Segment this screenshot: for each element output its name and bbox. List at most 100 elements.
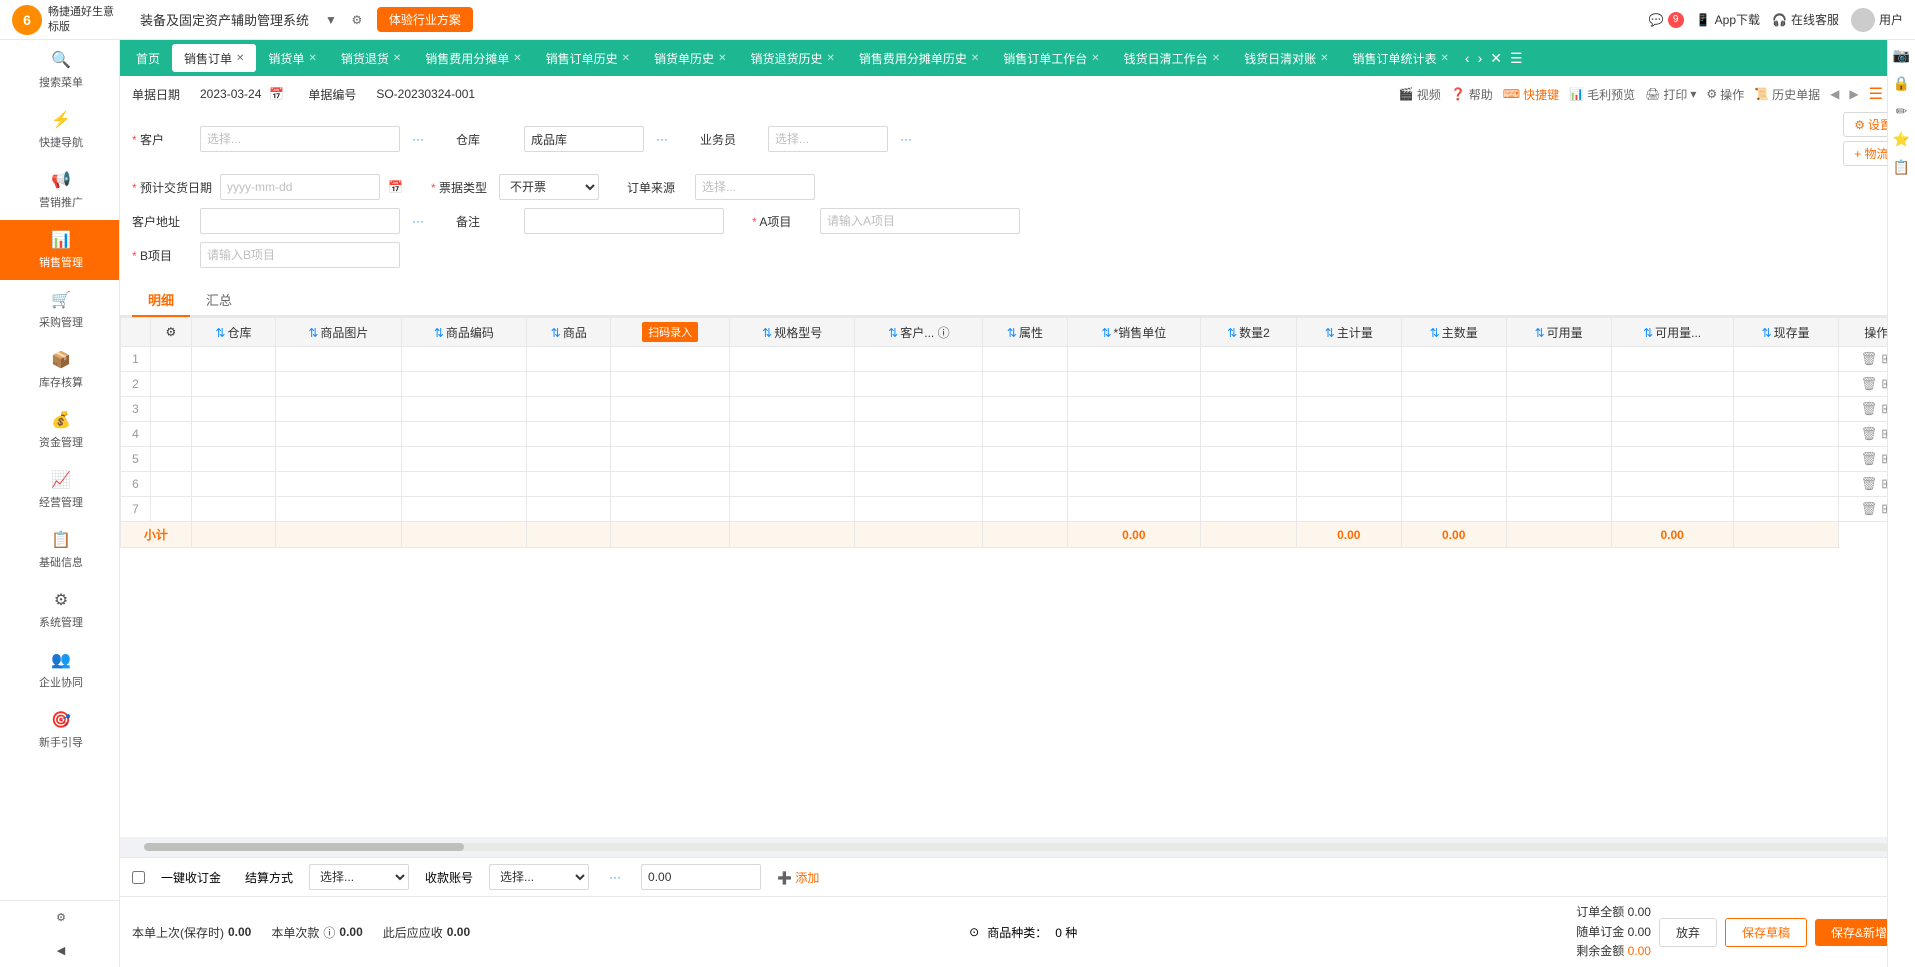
row-main-qty[interactable] (1401, 497, 1506, 522)
sidebar-item-sales[interactable]: 📊 销售管理 (0, 220, 119, 280)
row-customer-code[interactable] (855, 347, 983, 372)
tab-close-icon[interactable]: ✕ (1091, 53, 1099, 64)
row-main-qty[interactable] (1401, 372, 1506, 397)
add-account-btn[interactable]: ➕ 添加 (777, 869, 819, 886)
row-warehouse[interactable] (191, 472, 275, 497)
row-unit[interactable] (1067, 397, 1201, 422)
row-delete-btn[interactable]: 🗑 (1861, 451, 1878, 467)
tab-order-workbench[interactable]: 销售订单工作台 ✕ (991, 44, 1111, 72)
discard-btn[interactable]: 放弃 (1659, 918, 1717, 947)
sidebar-item-corp[interactable]: 👥 企业协同 (0, 640, 119, 700)
order-source-input[interactable] (695, 174, 815, 200)
row-qty2[interactable] (1201, 397, 1297, 422)
quick-payment-checkbox[interactable] (132, 871, 145, 884)
sidebar-item-inventory[interactable]: 📦 库存核算 (0, 340, 119, 400)
tab-close-icon[interactable]: ✕ (513, 53, 521, 64)
tab-sales-stat[interactable]: 销售订单统计表 ✕ (1340, 44, 1460, 72)
row-main-qty[interactable] (1401, 447, 1506, 472)
row-customer-code[interactable] (855, 397, 983, 422)
sidebar-item-search[interactable]: 🔍 搜索菜单 (0, 40, 119, 100)
payment-method-select[interactable]: 选择... (309, 864, 409, 890)
row-qty2[interactable] (1201, 447, 1297, 472)
tab-sales-return[interactable]: 销货退货 ✕ (329, 44, 413, 72)
b-project-input[interactable] (200, 242, 400, 268)
row-main-qty[interactable] (1401, 347, 1506, 372)
right-panel-lock[interactable]: 🔒 (1891, 72, 1913, 94)
row-spec[interactable] (729, 472, 855, 497)
operation-btn[interactable]: ⚙ 操作 (1706, 86, 1744, 103)
tab-sales-order[interactable]: 销售订单 ✕ (172, 44, 256, 72)
row-code[interactable] (401, 397, 527, 422)
row-spec[interactable] (729, 447, 855, 472)
tab-sales-fee[interactable]: 销售费用分摊单 ✕ (413, 44, 533, 72)
tab-close-icon[interactable]: ✕ (236, 53, 244, 64)
row-attr[interactable] (983, 447, 1067, 472)
tab-close-all-icon[interactable]: ✕ (1486, 50, 1506, 67)
row-customer-code[interactable] (855, 372, 983, 397)
tab-close-icon[interactable]: ✕ (393, 53, 401, 64)
view-btn[interactable]: 🎬 视频 (1399, 86, 1441, 103)
remark-input[interactable] (524, 208, 724, 234)
scan-btn[interactable]: 扫码录入 (642, 322, 698, 342)
right-panel-star[interactable]: ⭐ (1891, 128, 1913, 150)
address-dots[interactable]: ··· (408, 214, 428, 228)
invoice-select[interactable]: 不开票 (499, 174, 599, 200)
row-spec[interactable] (729, 372, 855, 397)
tab-sales[interactable]: 销货单 ✕ (256, 44, 328, 72)
row-qty2[interactable] (1201, 372, 1297, 397)
row-goods[interactable] (527, 472, 611, 497)
print-btn[interactable]: 🖨 打印 ▾ (1645, 86, 1696, 103)
row-main-qty[interactable] (1401, 422, 1506, 447)
row-customer-code[interactable] (855, 447, 983, 472)
grid-view-icon[interactable]: ☰ (1869, 84, 1883, 104)
row-warehouse[interactable] (191, 347, 275, 372)
scrollbar[interactable] (120, 837, 1915, 857)
app-download-btn[interactable]: 📱 App下载 (1696, 11, 1760, 28)
tab-close-icon[interactable]: ✕ (718, 53, 726, 64)
row-attr[interactable] (983, 397, 1067, 422)
cal-icon2[interactable]: 📅 (388, 180, 403, 194)
row-unit[interactable] (1067, 497, 1201, 522)
delivery-input[interactable] (220, 174, 380, 200)
tab-sales-history[interactable]: 销货单历史 ✕ (642, 44, 738, 72)
sidebar-settings-btn[interactable]: ⚙ (0, 901, 119, 934)
settings-icon[interactable]: ⚙ (345, 8, 369, 32)
row-goods[interactable] (527, 497, 611, 522)
row-qty2[interactable] (1201, 347, 1297, 372)
tab-close-icon[interactable]: ✕ (308, 53, 316, 64)
sidebar-item-guide[interactable]: 🎯 新手引导 (0, 700, 119, 760)
customer-input[interactable] (200, 126, 400, 152)
sidebar-collapse-btn[interactable]: ◀ (0, 934, 119, 967)
row-delete-btn[interactable]: 🗑 (1861, 501, 1878, 517)
tab-daily-account[interactable]: 钱货日清对账 ✕ (1232, 44, 1340, 72)
row-code[interactable] (401, 422, 527, 447)
sidebar-item-system[interactable]: ⚙ 系统管理 (0, 580, 119, 640)
tab-fee-history[interactable]: 销售费用分摊单历史 ✕ (847, 44, 991, 72)
sidebar-item-marketing[interactable]: 📢 营销推广 (0, 160, 119, 220)
sidebar-item-base[interactable]: 📋 基础信息 (0, 520, 119, 580)
tab-close-icon[interactable]: ✕ (1320, 53, 1328, 64)
row-spec[interactable] (729, 497, 855, 522)
right-panel-camera[interactable]: 📷 (1891, 44, 1913, 66)
row-qty2[interactable] (1201, 422, 1297, 447)
tab-close-icon[interactable]: ✕ (622, 53, 630, 64)
staff-dots[interactable]: ··· (896, 132, 916, 146)
tab-menu-icon[interactable]: ☰ (1506, 50, 1527, 67)
row-main-qty[interactable] (1401, 472, 1506, 497)
scrollbar-track[interactable] (144, 843, 1891, 851)
amount-input[interactable] (641, 864, 761, 890)
row-qty2[interactable] (1201, 497, 1297, 522)
tab-close-icon[interactable]: ✕ (1441, 53, 1449, 64)
row-delete-btn[interactable]: 🗑 (1861, 376, 1878, 392)
row-warehouse[interactable] (191, 447, 275, 472)
staff-input[interactable] (768, 126, 888, 152)
row-code[interactable] (401, 472, 527, 497)
shortcut-btn[interactable]: ⌨ 快捷键 (1503, 86, 1559, 103)
tab-daily-workbench[interactable]: 钱货日清工作台 ✕ (1112, 44, 1232, 72)
th-settings[interactable]: ⚙ (151, 318, 192, 347)
row-goods[interactable] (527, 447, 611, 472)
row-spec[interactable] (729, 397, 855, 422)
row-unit[interactable] (1067, 422, 1201, 447)
row-customer-code[interactable] (855, 422, 983, 447)
row-delete-btn[interactable]: 🗑 (1861, 351, 1878, 367)
